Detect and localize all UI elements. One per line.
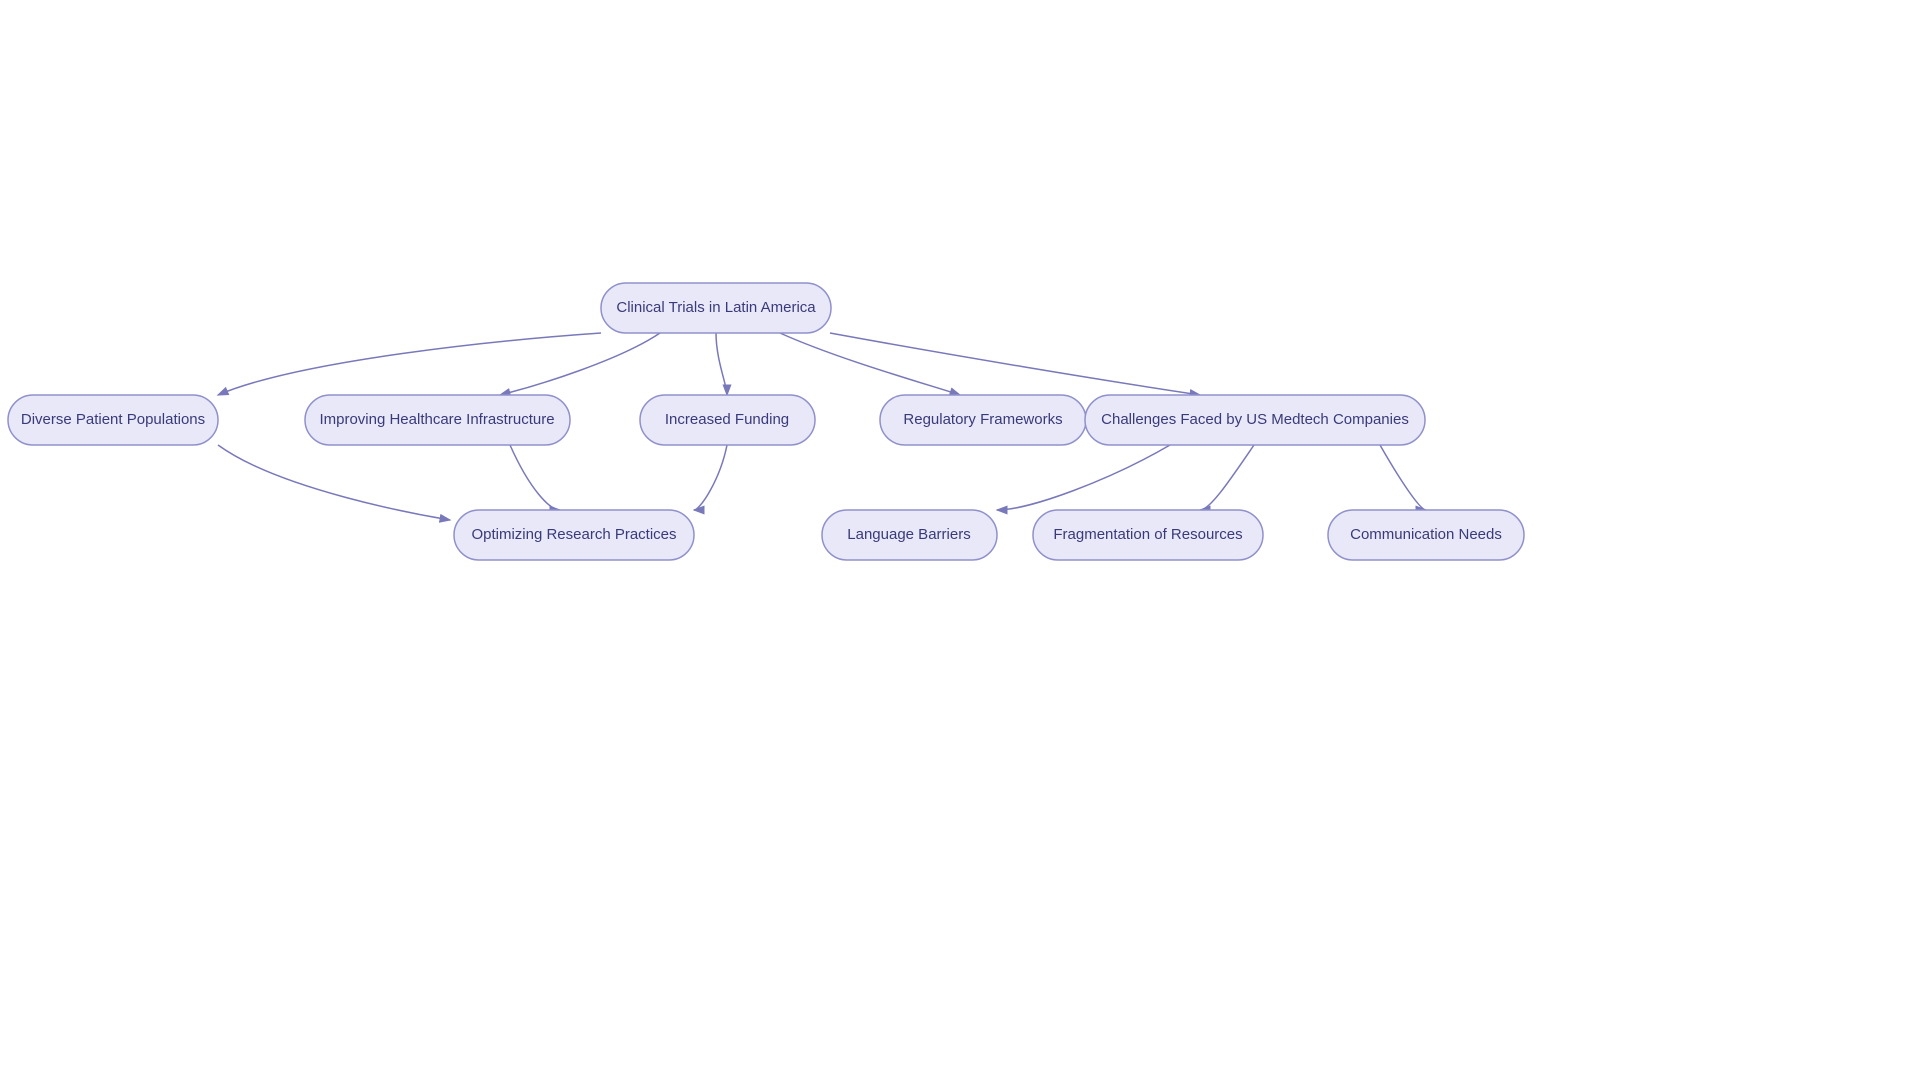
- arrow-n2-n6: [510, 445, 560, 510]
- node-n4: Regulatory Frameworks: [880, 395, 1086, 445]
- node-n3-label: Increased Funding: [665, 411, 789, 428]
- arrow-root-n3: [716, 333, 727, 395]
- arrow-n3-n6: [694, 445, 727, 510]
- arrow-root-n5: [830, 333, 1200, 395]
- arrow-n1-n6: [218, 445, 450, 520]
- node-n5-label: Challenges Faced by US Medtech Companies: [1101, 411, 1409, 428]
- node-n1-label: Diverse Patient Populations: [21, 411, 205, 428]
- arrow-n5-n8: [1200, 445, 1254, 510]
- node-n4-label: Regulatory Frameworks: [903, 411, 1062, 428]
- node-n3: Increased Funding: [640, 395, 815, 445]
- node-n6-label: Optimizing Research Practices: [471, 526, 676, 543]
- node-n2: Improving Healthcare Infrastructure: [305, 395, 570, 445]
- arrow-root-n4: [780, 333, 960, 395]
- node-root: Clinical Trials in Latin America: [601, 283, 831, 333]
- arrow-n5-n9: [1380, 445, 1426, 510]
- node-n1: Diverse Patient Populations: [8, 395, 218, 445]
- node-n9: Communication Needs: [1328, 510, 1524, 560]
- arrow-root-n2: [500, 333, 660, 395]
- arrow-root-n1: [218, 333, 601, 395]
- node-n2-label: Improving Healthcare Infrastructure: [319, 411, 554, 428]
- node-n6: Optimizing Research Practices: [454, 510, 694, 560]
- node-n9-label: Communication Needs: [1350, 526, 1502, 543]
- arrow-n5-n7: [997, 445, 1170, 510]
- node-n7-label: Language Barriers: [847, 526, 970, 543]
- node-root-label: Clinical Trials in Latin America: [616, 299, 816, 316]
- node-n7: Language Barriers: [822, 510, 997, 560]
- node-n5: Challenges Faced by US Medtech Companies: [1085, 395, 1425, 445]
- node-n8-label: Fragmentation of Resources: [1053, 526, 1242, 543]
- mind-map-diagram: Clinical Trials in Latin America Diverse…: [0, 0, 1920, 1083]
- node-n8: Fragmentation of Resources: [1033, 510, 1263, 560]
